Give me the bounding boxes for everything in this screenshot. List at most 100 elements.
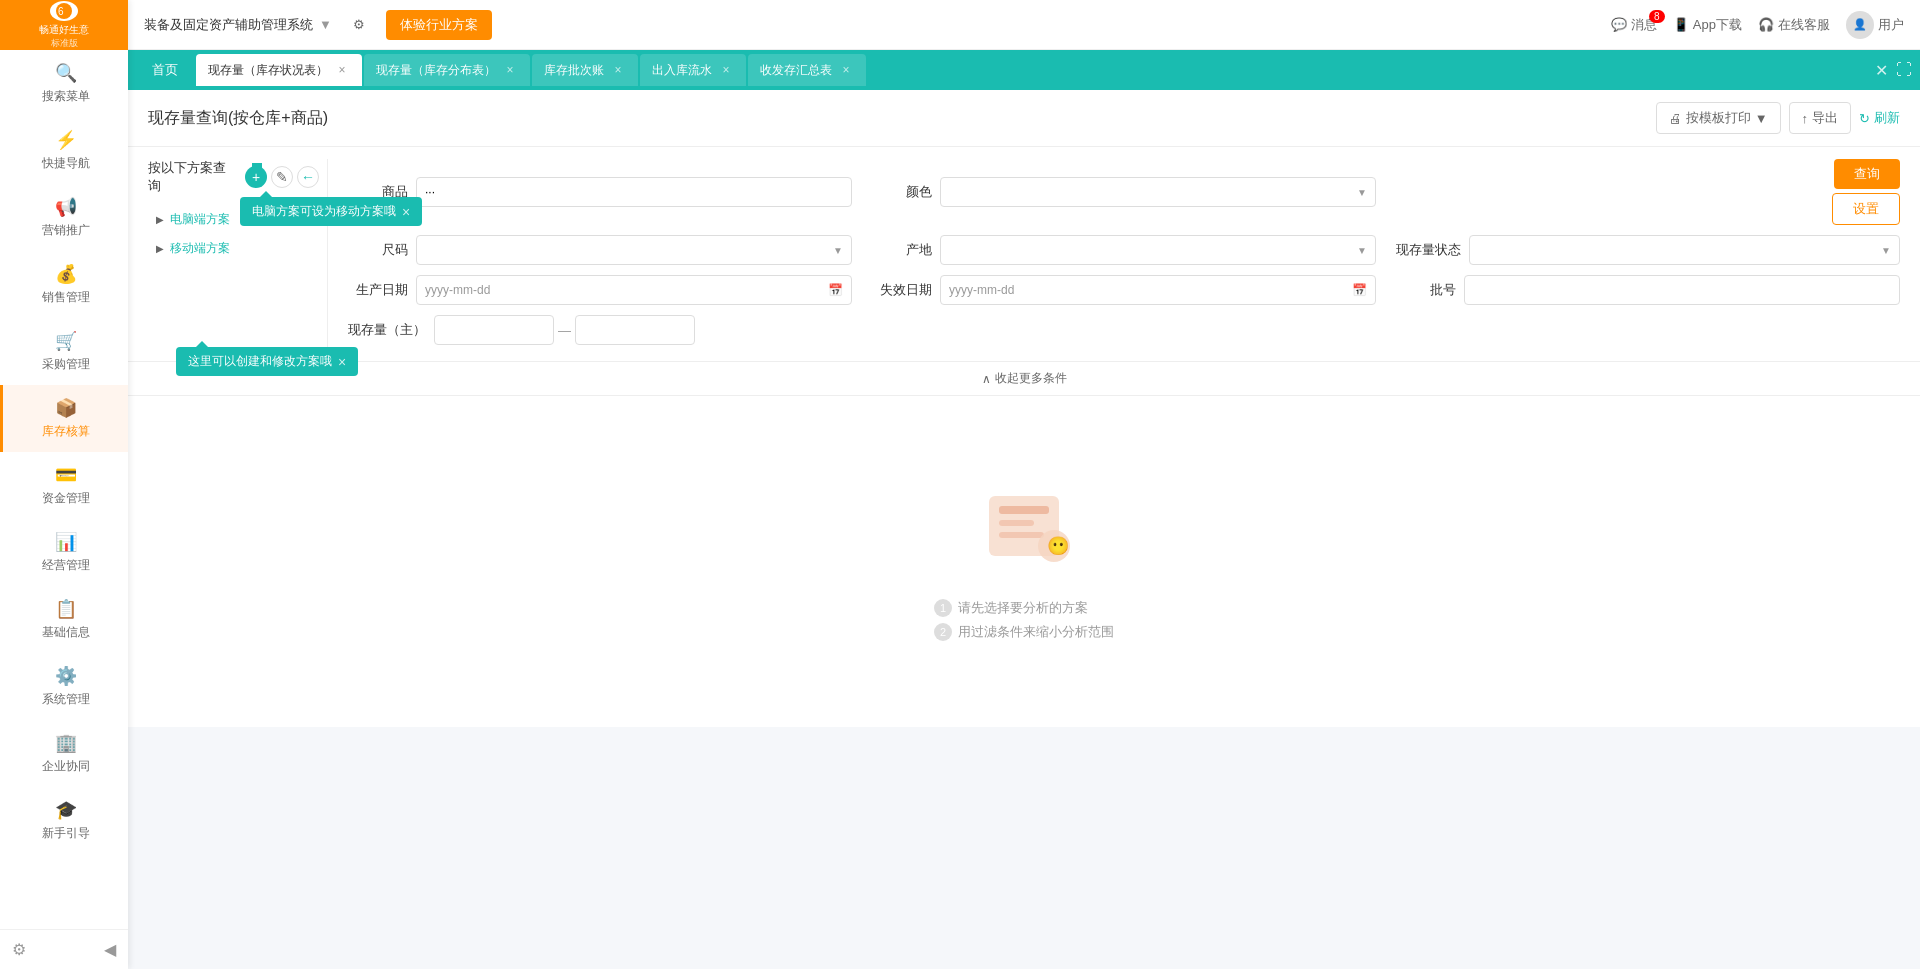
tab-label-5: 收发存汇总表: [760, 62, 832, 79]
query-header: 按以下方案查询 + ✎ ←: [148, 159, 319, 195]
header-right: 💬 消息 8 📱 App下载 🎧 在线客服 👤 用户: [1611, 11, 1904, 39]
filter-label-origin: 产地: [872, 241, 932, 259]
sidebar-item-inventory[interactable]: 📦 库存核算: [0, 385, 128, 452]
inventory-icon: 📦: [55, 397, 77, 419]
filter-select-goods[interactable]: ···: [416, 177, 852, 207]
tab-bar: 首页 现存量（库存状况表） × 现存量（库存分布表） × 库存批次账 × 出入库…: [128, 50, 1920, 90]
sidebar-item-label-purchase: 采购管理: [42, 356, 90, 373]
tab-item-2[interactable]: 现存量（库存分布表） ×: [364, 54, 530, 86]
app-download-btn[interactable]: 📱 App下载: [1673, 16, 1742, 34]
filter-item-batch: 批号: [1396, 275, 1900, 305]
sidebar-item-label-search: 搜索菜单: [42, 88, 90, 105]
filter-content: 商品 ··· 颜色 ▼: [328, 159, 1900, 349]
filter-range-sep: —: [558, 323, 571, 338]
sidebar-item-system[interactable]: ⚙️ 系统管理: [0, 653, 128, 720]
filter-size-arrow: ▼: [833, 245, 843, 256]
tab-close-3[interactable]: ×: [610, 62, 626, 78]
header-left: 装备及固定资产辅助管理系统 ▼ ⚙ 体验行业方案: [144, 10, 492, 40]
create-tooltip-close[interactable]: ×: [338, 354, 346, 370]
filter-date-prod[interactable]: yyyy-mm-dd 📅: [416, 275, 852, 305]
sidebar-item-purchase[interactable]: 🛒 采购管理: [0, 318, 128, 385]
sidebar-item-quick[interactable]: ⚡ 快捷导航: [0, 117, 128, 184]
purchase-icon: 🛒: [55, 330, 77, 352]
collapse-bar[interactable]: ∧ 收起更多条件: [128, 362, 1920, 396]
tab-item-4[interactable]: 出入库流水 ×: [640, 54, 746, 86]
tab-close-all-icon[interactable]: ✕: [1875, 61, 1888, 80]
print-btn[interactable]: 🖨 按模板打印 ▼: [1656, 102, 1781, 134]
app-download-label: App下载: [1693, 16, 1742, 34]
sidebar-item-label-marketing: 营销推广: [42, 222, 90, 239]
user-avatar: 👤: [1846, 11, 1874, 39]
main-content: 装备及固定资产辅助管理系统 ▼ ⚙ 体验行业方案 💬 消息 8 📱 App下载 …: [128, 0, 1920, 969]
back-btn[interactable]: ←: [297, 166, 319, 188]
reset-button[interactable]: 设置: [1832, 193, 1900, 225]
sidebar-item-basic[interactable]: 📋 基础信息: [0, 586, 128, 653]
basic-icon: 📋: [55, 598, 77, 620]
tab-label-2: 现存量（库存分布表）: [376, 62, 496, 79]
enterprise-icon: 🏢: [55, 732, 77, 754]
edit-scheme-btn[interactable]: ✎: [271, 166, 293, 188]
experience-button[interactable]: 体验行业方案: [386, 10, 492, 40]
svg-text:6: 6: [58, 6, 64, 17]
sidebar-settings-btn[interactable]: ⚙: [12, 940, 26, 959]
notify-badge: 8: [1649, 10, 1665, 23]
notify-btn[interactable]: 💬 消息 8: [1611, 16, 1657, 34]
page-inner: 现存量查询(按仓库+商品) 🖨 按模板打印 ▼ ↑ 导出 ↻ 刷新: [128, 90, 1920, 727]
filter-range-max[interactable]: [575, 315, 695, 345]
sidebar-item-sales[interactable]: 💰 销售管理: [0, 251, 128, 318]
print-dropdown-icon: ▼: [1755, 111, 1768, 126]
filter-label-prod-date: 生产日期: [348, 281, 408, 299]
filter-exp-date-placeholder: yyyy-mm-dd: [949, 283, 1014, 297]
refresh-btn[interactable]: ↻ 刷新: [1859, 109, 1900, 127]
filter-select-origin[interactable]: ▼: [940, 235, 1376, 265]
filter-select-stock-status[interactable]: ▼: [1469, 235, 1900, 265]
scheme-mobile-header[interactable]: ▶ 移动端方案: [148, 236, 319, 261]
sidebar-item-label-system: 系统管理: [42, 691, 90, 708]
tab-item-1[interactable]: 现存量（库存状况表） ×: [196, 54, 362, 86]
scheme-tooltip-box: 电脑方案可设为移动方案哦 ×: [240, 197, 422, 226]
tab-label-1: 现存量（库存状况表）: [208, 62, 328, 79]
search-icon: 🔍: [55, 62, 77, 84]
tab-item-5[interactable]: 收发存汇总表 ×: [748, 54, 866, 86]
sidebar-item-search[interactable]: 🔍 搜索菜单: [0, 50, 128, 117]
mobile-scheme-name: 移动端方案: [170, 240, 230, 257]
online-service-icon: 🎧: [1758, 17, 1774, 32]
filter-label-stock-status: 现存量状态: [1396, 241, 1461, 259]
filter-label-color: 颜色: [872, 183, 932, 201]
sidebar-item-guide[interactable]: 🎓 新手引导: [0, 787, 128, 854]
page-header: 现存量查询(按仓库+商品) 🖨 按模板打印 ▼ ↑ 导出 ↻ 刷新: [128, 90, 1920, 147]
scheme-tooltip-close[interactable]: ×: [402, 204, 410, 220]
sidebar-item-enterprise[interactable]: 🏢 企业协同: [0, 720, 128, 787]
filter-date-exp[interactable]: yyyy-mm-dd 📅: [940, 275, 1376, 305]
sidebar-item-label-basic: 基础信息: [42, 624, 90, 641]
empty-steps: 1 请先选择要分析的方案 2 用过滤条件来缩小分析范围: [934, 599, 1114, 647]
query-button[interactable]: 查询: [1834, 159, 1900, 189]
tab-close-5[interactable]: ×: [838, 62, 854, 78]
tab-fullscreen-icon[interactable]: ⛶: [1896, 61, 1912, 80]
filter-input-batch[interactable]: [1464, 275, 1900, 305]
empty-state: 😶 1 请先选择要分析的方案 2 用过滤条件来缩小分析范围: [128, 396, 1920, 727]
desktop-scheme-name: 电脑端方案: [170, 211, 230, 228]
filter-item-prod-date: 生产日期 yyyy-mm-dd 📅: [348, 275, 852, 305]
sidebar-item-operations[interactable]: 📊 经营管理: [0, 519, 128, 586]
filter-select-size[interactable]: ▼: [416, 235, 852, 265]
user-btn[interactable]: 👤 用户: [1846, 11, 1904, 39]
filter-label-stock-qty: 现存量（主）: [348, 321, 426, 339]
filter-range-min[interactable]: [434, 315, 554, 345]
filter-goods-dots: ···: [425, 185, 435, 199]
tab-close-1[interactable]: ×: [334, 62, 350, 78]
system-dropdown-icon[interactable]: ▼: [319, 17, 332, 32]
tab-label-4: 出入库流水: [652, 62, 712, 79]
sidebar-item-capital[interactable]: 💳 资金管理: [0, 452, 128, 519]
sidebar-collapse-btn[interactable]: ◀: [104, 940, 116, 959]
filter-select-color[interactable]: ▼: [940, 177, 1376, 207]
user-name: 用户: [1878, 16, 1904, 34]
online-service-btn[interactable]: 🎧 在线客服: [1758, 16, 1830, 34]
tab-item-3[interactable]: 库存批次账 ×: [532, 54, 638, 86]
tab-home[interactable]: 首页: [136, 50, 194, 90]
sidebar-item-marketing[interactable]: 📢 营销推广: [0, 184, 128, 251]
header-settings-btn[interactable]: ⚙: [344, 10, 374, 40]
export-btn[interactable]: ↑ 导出: [1789, 102, 1852, 134]
tab-close-4[interactable]: ×: [718, 62, 734, 78]
tab-close-2[interactable]: ×: [502, 62, 518, 78]
